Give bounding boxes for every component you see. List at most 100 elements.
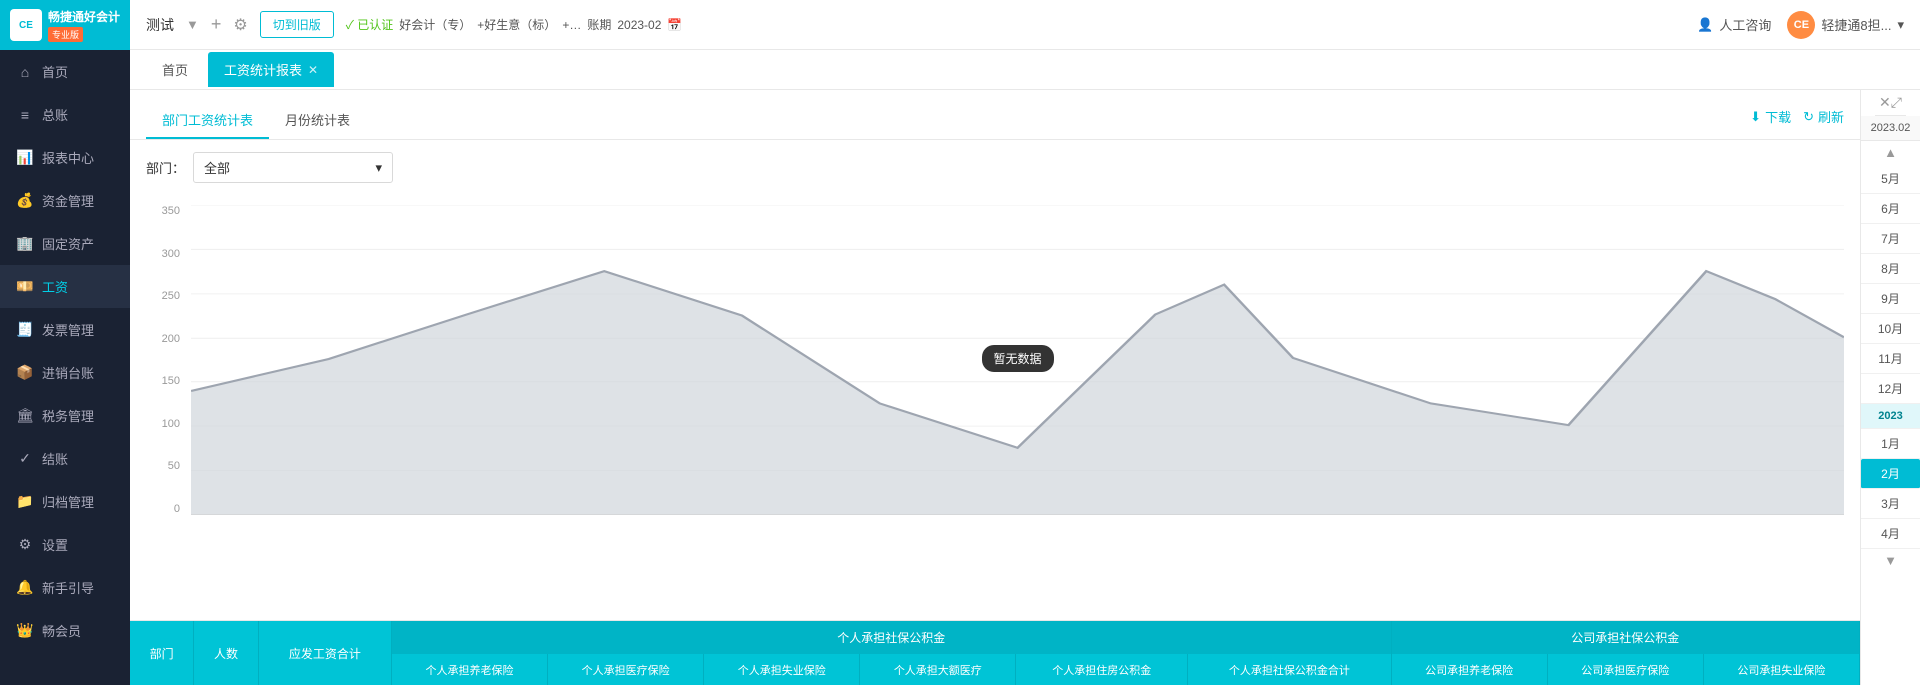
member-icon: 👑: [16, 622, 34, 640]
th-personal-total: 个人承担社保公积金合计: [1188, 654, 1391, 685]
certified-status: ✓ 已认证: [346, 16, 394, 33]
month-1[interactable]: 1月: [1861, 429, 1920, 459]
refresh-button[interactable]: ↻ 刷新: [1803, 107, 1844, 126]
month-3[interactable]: 3月: [1861, 489, 1920, 519]
assets-icon: 🏢: [16, 235, 34, 253]
download-label: 下载: [1765, 107, 1791, 126]
reports-icon: 📊: [16, 149, 34, 167]
sidebar-item-invoice[interactable]: 🧾 发票管理: [0, 308, 130, 351]
th-company-unemployment: 公司承担失业保险: [1703, 654, 1859, 685]
th-personal-major-medical: 个人承担大额医疗: [860, 654, 1016, 685]
dept-filter-value: 全部: [204, 158, 230, 177]
month-5[interactable]: 5月: [1861, 164, 1920, 194]
sidebar-item-member[interactable]: 👑 畅会员: [0, 609, 130, 652]
sidebar-item-funds-label: 资金管理: [42, 191, 94, 210]
ledger-icon: ≡: [16, 106, 34, 124]
month-9[interactable]: 9月: [1861, 284, 1920, 314]
dept-filter-select[interactable]: 全部 ▾: [193, 152, 393, 183]
y-label-300: 300: [146, 248, 186, 260]
sidebar-item-salary[interactable]: 💴 工资: [0, 265, 130, 308]
date-display: 2023.02: [1861, 116, 1920, 141]
add-button[interactable]: +: [211, 14, 222, 35]
th-personal-group: 个人承担社保公积金: [391, 621, 1391, 654]
month-7[interactable]: 7月: [1861, 224, 1920, 254]
project-dropdown-arrow[interactable]: ▼: [186, 17, 199, 32]
tab-home[interactable]: 首页: [146, 52, 204, 87]
th-company-medical: 公司承担医疗保险: [1547, 654, 1703, 685]
guide-icon: 🔔: [16, 579, 34, 597]
tab-salary-report[interactable]: 工资统计报表 ✕: [208, 52, 334, 87]
sidebar-item-guide-label: 新手引导: [42, 578, 94, 597]
chart-plot: 暂无数据: [191, 205, 1844, 515]
switch-mode-button[interactable]: 切到旧版: [260, 11, 334, 38]
chart-y-axis: 0 50 100 150 200 250 300 350: [146, 205, 186, 515]
sidebar-item-member-label: 畅会员: [42, 621, 81, 640]
month-10[interactable]: 10月: [1861, 314, 1920, 344]
sidebar-item-ledger[interactable]: ≡ 总账: [0, 93, 130, 136]
subtab-monthly-label: 月份统计表: [285, 113, 350, 128]
y-label-250: 250: [146, 290, 186, 302]
chart-area: 0 50 100 150 200 250 300 350: [130, 195, 1860, 620]
help-button[interactable]: 👤 人工咨询: [1697, 15, 1771, 34]
month-8[interactable]: 8月: [1861, 254, 1920, 284]
dept-filter-arrow: ▾: [375, 160, 382, 176]
settings-button[interactable]: ⚙: [233, 15, 247, 35]
month-2-active[interactable]: 2月: [1861, 459, 1920, 489]
y-label-0: 0: [146, 503, 186, 515]
download-icon: ⬇: [1750, 109, 1761, 125]
chart-container: 0 50 100 150 200 250 300 350: [146, 205, 1844, 545]
month-4[interactable]: 4月: [1861, 519, 1920, 549]
subtab-dept[interactable]: 部门工资统计表: [146, 102, 269, 139]
th-personal-medical: 个人承担医疗保险: [548, 654, 704, 685]
more-status: +…: [562, 18, 581, 32]
user-menu[interactable]: CE 轻捷通8担... ▾: [1787, 11, 1904, 39]
th-count: 人数: [194, 621, 258, 685]
calendar-icon[interactable]: 📅: [667, 18, 682, 32]
sidebar-item-settings[interactable]: ⚙ 设置: [0, 523, 130, 566]
sidebar-item-guide[interactable]: 🔔 新手引导: [0, 566, 130, 609]
topbar-right: 👤 人工咨询 CE 轻捷通8担... ▾: [1697, 11, 1904, 39]
sidebar-item-tax[interactable]: 🏛 税务管理: [0, 394, 130, 437]
invoice-icon: 🧾: [16, 321, 34, 339]
sidebar-item-sales[interactable]: 📦 进销台账: [0, 351, 130, 394]
th-total-salary: 应发工资合计: [258, 621, 391, 685]
subtab-monthly[interactable]: 月份统计表: [269, 102, 366, 139]
refresh-label: 刷新: [1818, 107, 1844, 126]
settings-icon: ⚙: [16, 536, 34, 554]
salary-icon: 💴: [16, 278, 34, 296]
panel-close-icon[interactable]: ✕: [1879, 94, 1891, 111]
funds-icon: 💰: [16, 192, 34, 210]
download-button[interactable]: ⬇ 下载: [1750, 107, 1791, 126]
sidebar-item-settings-label: 设置: [42, 535, 68, 554]
month-12[interactable]: 12月: [1861, 374, 1920, 404]
sidebar-item-checkout[interactable]: ✓ 结账: [0, 437, 130, 480]
filter-bar: 部门： 全部 ▾: [130, 140, 1860, 195]
date-nav-up[interactable]: ▲: [1861, 141, 1920, 164]
month-11[interactable]: 11月: [1861, 344, 1920, 374]
tab-close-icon[interactable]: ✕: [308, 63, 318, 77]
month-6[interactable]: 6月: [1861, 194, 1920, 224]
sidebar-item-invoice-label: 发票管理: [42, 320, 94, 339]
sidebar: CE 畅捷通好会计 专业版 ⌂ 首页 ≡ 总账 📊 报表中心 💰 资金管理 🏢 …: [0, 0, 130, 685]
period-value: 2023-02: [617, 18, 661, 32]
date-nav-down[interactable]: ▼: [1861, 549, 1920, 572]
help-label: 人工咨询: [1719, 15, 1771, 34]
tab-home-label: 首页: [162, 60, 188, 79]
period-label: 账期: [587, 16, 611, 33]
sidebar-item-sales-label: 进销台账: [42, 363, 94, 382]
sidebar-item-home[interactable]: ⌂ 首页: [0, 50, 130, 93]
sidebar-item-reports[interactable]: 📊 报表中心: [0, 136, 130, 179]
panel-expand-icon[interactable]: ⤢: [1891, 94, 1902, 111]
sidebar-item-home-label: 首页: [42, 62, 68, 81]
sidebar-item-funds[interactable]: 💰 资金管理: [0, 179, 130, 222]
y-label-50: 50: [146, 460, 186, 472]
y-label-150: 150: [146, 375, 186, 387]
good-accounting-status: 好会计（专）: [399, 16, 471, 33]
sidebar-item-assets[interactable]: 🏢 固定资产: [0, 222, 130, 265]
user-dropdown-icon: ▾: [1897, 17, 1904, 33]
year-2023: 2023: [1861, 404, 1920, 429]
sidebar-item-checkout-label: 结账: [42, 449, 68, 468]
sidebar-item-archive[interactable]: 📁 归档管理: [0, 480, 130, 523]
logo-icon: CE: [10, 9, 42, 41]
tax-icon: 🏛: [16, 407, 34, 425]
